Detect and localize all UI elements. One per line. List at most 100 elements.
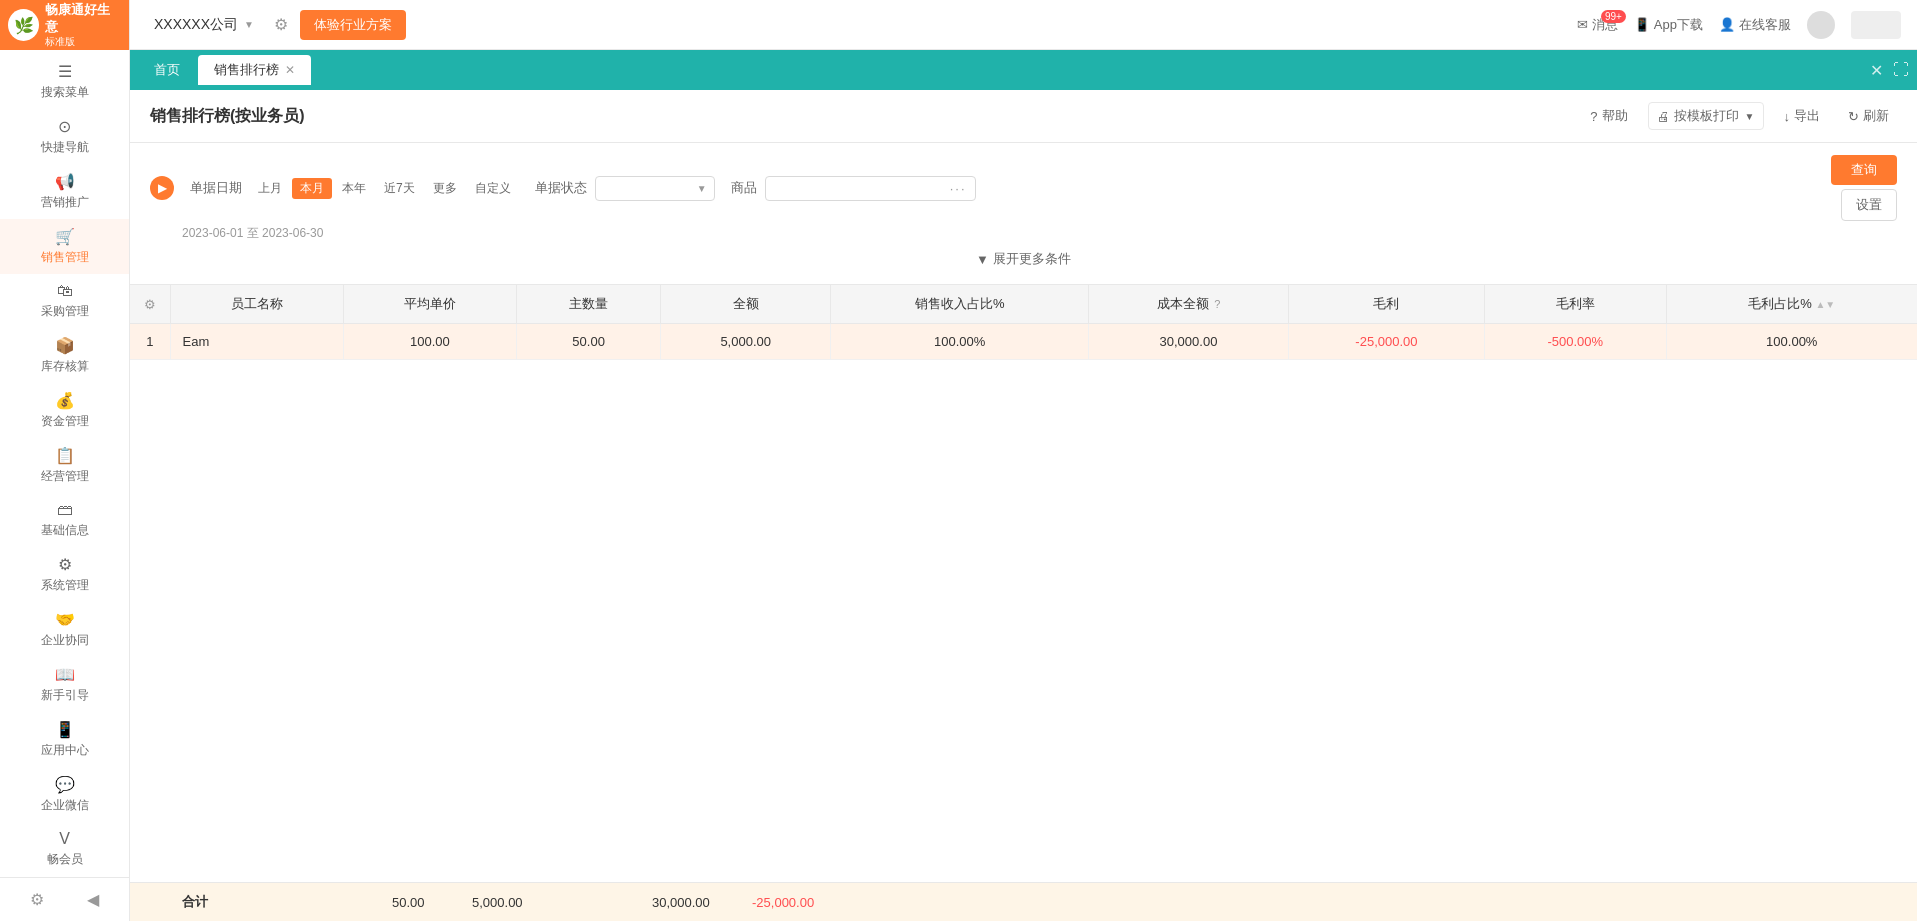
topbar-settings-icon[interactable]: ⚙: [274, 15, 288, 34]
date-filter-group: 单据日期 上月 本月 本年 近7天 更多 自定义: [190, 178, 519, 199]
tab-home-label: 首页: [154, 61, 180, 79]
sidebar-icon: ⊙: [58, 117, 71, 136]
profit-pct-sort-icon[interactable]: ▲▼: [1815, 299, 1835, 310]
sidebar-item-label: 基础信息: [41, 522, 89, 539]
sidebar-item-应用中心[interactable]: 📱 应用中心: [0, 712, 129, 767]
sidebar-item-销售管理[interactable]: 🛒 销售管理: [0, 219, 129, 274]
sidebar-icon: 🛍: [57, 282, 73, 300]
tab-home[interactable]: 首页: [138, 55, 196, 85]
user-avatar2: [1851, 11, 1901, 39]
message-item[interactable]: ✉ 消息 99+: [1577, 16, 1618, 34]
goods-more-icon[interactable]: ···: [950, 181, 967, 196]
sidebar-item-label: 库存核算: [41, 358, 89, 375]
settings-button[interactable]: 设置: [1841, 189, 1897, 221]
col-settings-icon[interactable]: ⚙: [144, 297, 156, 312]
expand-row: ▼ 展开更多条件: [150, 242, 1897, 272]
app-download-icon: 📱: [1634, 17, 1650, 32]
user-avatar[interactable]: [1807, 11, 1835, 39]
col-profit-pct-header: 毛利占比% ▲▼: [1666, 285, 1917, 324]
sidebar-collapse-icon[interactable]: ◀: [83, 886, 103, 913]
sidebar-item-label: 资金管理: [41, 413, 89, 430]
sidebar-item-资金管理[interactable]: 💰 资金管理: [0, 383, 129, 438]
export-icon: ↓: [1784, 109, 1791, 124]
topbar-right: ✉ 消息 99+ 📱 App下载 👤 在线客服: [1577, 11, 1901, 39]
company-name: XXXXXX公司: [154, 16, 238, 34]
col-cost-header: 成本全额 ?: [1089, 285, 1289, 324]
cell-profit-rate: -500.00%: [1485, 324, 1667, 360]
company-selector[interactable]: XXXXXX公司 ▼: [146, 12, 262, 38]
tab-close-icon[interactable]: ✕: [285, 63, 295, 77]
sidebar-item-库存核算[interactable]: 📦 库存核算: [0, 328, 129, 383]
page-title: 销售排行榜(按业务员): [150, 106, 305, 127]
print-icon: 🖨: [1657, 109, 1670, 124]
sidebar-item-采购管理[interactable]: 🛍 采购管理: [0, 274, 129, 328]
status-filter-label: 单据状态: [535, 179, 587, 197]
date-tab-prev-month[interactable]: 上月: [250, 178, 290, 199]
experience-button[interactable]: 体验行业方案: [300, 10, 406, 40]
filter-area: ▶ 单据日期 上月 本月 本年 近7天 更多 自定义 单据状态: [130, 143, 1917, 285]
cell-profit: -25,000.00: [1288, 324, 1484, 360]
col-avg-price-header: 平均单价: [343, 285, 516, 324]
company-dropdown-icon: ▼: [244, 19, 254, 30]
print-button[interactable]: 🖨 按模板打印 ▼: [1648, 102, 1764, 130]
sidebar-item-label: 企业协同: [41, 632, 89, 649]
refresh-button[interactable]: ↻ 刷新: [1840, 103, 1897, 129]
sidebar-item-label: 企业微信: [41, 797, 89, 814]
date-tab-current-year[interactable]: 本年: [334, 178, 374, 199]
sidebar-item-企业微信[interactable]: 💬 企业微信: [0, 767, 129, 822]
date-tab-current-month[interactable]: 本月: [292, 178, 332, 199]
sidebar-icon: 📋: [55, 446, 75, 465]
sidebar-item-经营管理[interactable]: 📋 经营管理: [0, 438, 129, 493]
date-tab-custom[interactable]: 自定义: [467, 178, 519, 199]
sidebar-icon: 💬: [55, 775, 75, 794]
table-footer: 合计 50.00 5,000.00 30,000.00 -25,000.00: [130, 882, 1917, 921]
tabbar-expand-icon[interactable]: ⛶: [1893, 61, 1909, 79]
query-button[interactable]: 查询: [1831, 155, 1897, 185]
edition-label: 标准版: [45, 35, 121, 48]
print-label: 按模板打印: [1674, 107, 1739, 125]
sidebar-logo: 🌿 畅康通好生意 标准版: [0, 0, 129, 50]
tab-sales-ranking[interactable]: 销售排行榜 ✕: [198, 55, 311, 85]
table-row: 1 Eam 100.00 50.00 5,000.00 100.00% 30,0…: [130, 324, 1917, 360]
goods-search-input[interactable]: [774, 181, 942, 196]
sidebar-icon: 🤝: [55, 610, 75, 629]
sidebar-item-搜索菜单[interactable]: ☰ 搜索菜单: [0, 54, 129, 109]
tabbar-close-icon[interactable]: ✕: [1870, 61, 1883, 80]
cell-profit-pct: 100.00%: [1666, 324, 1917, 360]
filter-collapse-button[interactable]: ▶: [150, 176, 174, 200]
online-service-item[interactable]: 👤 在线客服: [1719, 16, 1791, 34]
cost-help-icon[interactable]: ?: [1214, 298, 1220, 310]
date-tab-more[interactable]: 更多: [425, 178, 465, 199]
sidebar-item-畅会员[interactable]: V 畅会员: [0, 822, 129, 876]
sidebar: 🌿 畅康通好生意 标准版 ☰ 搜索菜单 ⊙ 快捷导航 📢 营销推广 🛒 销售管理…: [0, 0, 130, 921]
brand-name: 畅康通好生意: [45, 2, 121, 36]
footer-total-label: 合计: [182, 893, 302, 911]
date-tab-7days[interactable]: 近7天: [376, 178, 423, 199]
sidebar-item-快捷导航[interactable]: ⊙ 快捷导航: [0, 109, 129, 164]
goods-input-wrapper: ···: [765, 176, 976, 201]
footer-qty: 50.00: [392, 895, 472, 910]
sidebar-item-企业协同[interactable]: 🤝 企业协同: [0, 602, 129, 657]
expand-more-button[interactable]: ▼ 展开更多条件: [976, 250, 1071, 268]
sidebar-icon: 💰: [55, 391, 75, 410]
sidebar-icon: 📦: [55, 336, 75, 355]
status-select[interactable]: [595, 176, 715, 201]
tab-sales-ranking-label: 销售排行榜: [214, 61, 279, 79]
date-tabs: 上月 本月 本年 近7天 更多 自定义: [250, 178, 519, 199]
cell-name: Eam: [170, 324, 343, 360]
sidebar-item-系统管理[interactable]: ⚙ 系统管理: [0, 547, 129, 602]
tabbar: 首页 销售排行榜 ✕ ✕ ⛶: [130, 50, 1917, 90]
sidebar-settings-icon[interactable]: ⚙: [26, 886, 48, 913]
col-profit-header: 毛利: [1288, 285, 1484, 324]
sidebar-item-营销推广[interactable]: 📢 营销推广: [0, 164, 129, 219]
refresh-icon: ↻: [1848, 109, 1859, 124]
help-button[interactable]: ? 帮助: [1582, 103, 1635, 129]
table-body: 1 Eam 100.00 50.00 5,000.00 100.00% 30,0…: [130, 324, 1917, 360]
sidebar-item-新手引导[interactable]: 📖 新手引导: [0, 657, 129, 712]
export-button[interactable]: ↓ 导出: [1776, 103, 1829, 129]
app-download-item[interactable]: 📱 App下载: [1634, 16, 1703, 34]
sidebar-item-label: 销售管理: [41, 249, 89, 266]
page-content: 销售排行榜(按业务员) ? 帮助 🖨 按模板打印 ▼ ↓ 导出 ↻ 刷新: [130, 90, 1917, 921]
refresh-label: 刷新: [1863, 107, 1889, 125]
sidebar-item-基础信息[interactable]: 🗃 基础信息: [0, 493, 129, 547]
